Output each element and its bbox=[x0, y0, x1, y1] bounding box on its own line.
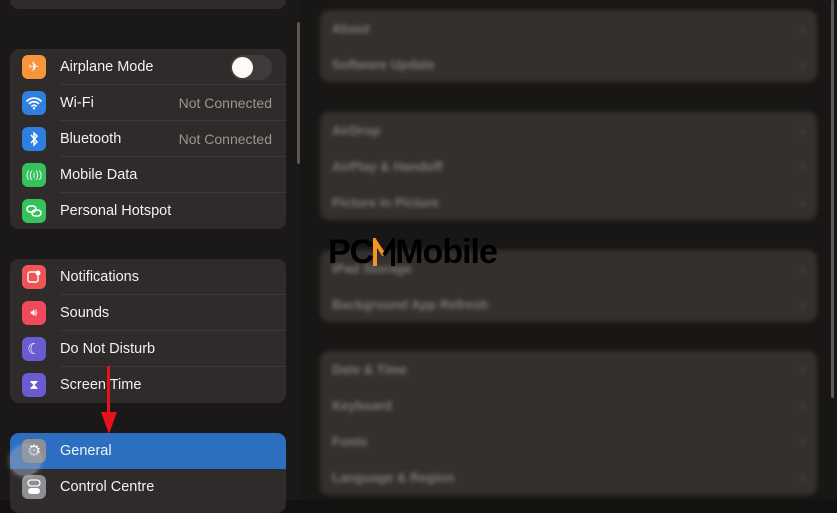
detail-row[interactable]: Keyboard › bbox=[320, 387, 817, 423]
detail-row-label: Language & Region bbox=[332, 469, 455, 485]
bluetooth-status: Not Connected bbox=[178, 131, 272, 147]
detail-row-label: Software Update bbox=[332, 56, 435, 72]
sidebar-item-label: Airplane Mode bbox=[60, 59, 154, 75]
detail-row[interactable]: About › bbox=[320, 10, 817, 46]
sidebar-item-do-not-disturb[interactable]: ☾ Do Not Disturb bbox=[10, 331, 286, 367]
detail-row-label: Date & Time bbox=[332, 361, 407, 377]
sidebar-item-label: General bbox=[60, 443, 112, 459]
airplane-icon: ✈ bbox=[22, 55, 46, 79]
annotation-arrowhead bbox=[101, 412, 117, 434]
chevron-right-icon: › bbox=[800, 122, 805, 138]
detail-row-label: Picture in Picture bbox=[332, 194, 439, 210]
sidebar-group-notifications: Notifications 🔊︎ Sounds ☾ Do Not Disturb… bbox=[10, 259, 286, 403]
chevron-right-icon: › bbox=[800, 397, 805, 413]
chevron-right-icon: › bbox=[800, 20, 805, 36]
detail-row[interactable]: Software Update › bbox=[320, 46, 817, 82]
chevron-right-icon: › bbox=[800, 194, 805, 210]
detail-scrollbar[interactable] bbox=[831, 0, 834, 398]
sidebar: ✈ Airplane Mode Wi-Fi Not Connected Blue… bbox=[0, 0, 300, 513]
sidebar-item-personal-hotspot[interactable]: Personal Hotspot bbox=[10, 193, 286, 229]
sidebar-item-label: Do Not Disturb bbox=[60, 341, 156, 357]
detail-group: Date & Time › Keyboard › Fonts › Language & Re… bbox=[320, 351, 817, 495]
detail-row-label: AirPlay & Handoff bbox=[332, 158, 443, 174]
chevron-right-icon: › bbox=[800, 296, 805, 312]
switches-icon bbox=[22, 475, 46, 499]
sidebar-item-label: Sounds bbox=[60, 305, 110, 321]
detail-row[interactable]: Date & Time › bbox=[320, 351, 817, 387]
notifications-icon bbox=[22, 265, 46, 289]
wifi-status: Not Connected bbox=[178, 95, 272, 111]
sidebar-item-label: Wi-Fi bbox=[60, 95, 94, 111]
detail-group: About › Software Update › bbox=[320, 10, 817, 82]
annotation-arrow bbox=[107, 366, 110, 418]
detail-row[interactable]: Fonts › bbox=[320, 423, 817, 459]
detail-row-label: Background App Refresh bbox=[332, 296, 489, 312]
sidebar-item-label: Control Centre bbox=[60, 479, 155, 495]
chevron-right-icon: › bbox=[800, 260, 805, 276]
sidebar-item-notifications[interactable]: Notifications bbox=[10, 259, 286, 295]
chevron-right-icon: › bbox=[800, 56, 805, 72]
watermark-logo: PC Mobile bbox=[328, 233, 498, 271]
antenna-icon: ((ı)) bbox=[22, 163, 46, 187]
detail-row[interactable]: Picture in Picture › bbox=[320, 184, 817, 220]
sidebar-group-connectivity: ✈ Airplane Mode Wi-Fi Not Connected Blue… bbox=[10, 49, 286, 229]
hourglass-icon: ⧗ bbox=[22, 373, 46, 397]
wifi-icon bbox=[22, 91, 46, 115]
sidebar-item-sounds[interactable]: 🔊︎ Sounds bbox=[10, 295, 286, 331]
speaker-icon: 🔊︎ bbox=[22, 301, 46, 325]
sidebar-item-label: Bluetooth bbox=[60, 131, 122, 147]
chevron-right-icon: › bbox=[800, 158, 805, 174]
sidebar-item-general[interactable]: ⚙ General bbox=[10, 433, 286, 469]
airplane-mode-toggle[interactable] bbox=[230, 54, 272, 80]
sidebar-item-label: Screen Time bbox=[60, 377, 142, 393]
sidebar-item-bluetooth[interactable]: Bluetooth Not Connected bbox=[10, 121, 286, 157]
detail-row[interactable]: Background App Refresh › bbox=[320, 286, 817, 322]
detail-row[interactable]: AirDrop › bbox=[320, 112, 817, 148]
chevron-right-icon: › bbox=[800, 469, 805, 485]
bluetooth-icon bbox=[22, 127, 46, 151]
sidebar-group-top bbox=[10, 0, 286, 9]
detail-row[interactable]: Language & Region › bbox=[320, 459, 817, 495]
sidebar-item-mobile-data[interactable]: ((ı)) Mobile Data bbox=[10, 157, 286, 193]
detail-group: AirDrop › AirPlay & Handoff › Picture in Pic… bbox=[320, 112, 817, 220]
sidebar-group-general: ⚙ General Control Centre bbox=[10, 433, 286, 513]
moon-icon: ☾ bbox=[22, 337, 46, 361]
detail-row-label: Keyboard bbox=[332, 397, 392, 413]
sidebar-item-airplane-mode[interactable]: ✈ Airplane Mode bbox=[10, 49, 286, 85]
sidebar-item-wifi[interactable]: Wi-Fi Not Connected bbox=[10, 85, 286, 121]
hotspot-icon bbox=[22, 199, 46, 223]
chevron-right-icon: › bbox=[800, 361, 805, 377]
detail-row[interactable]: AirPlay & Handoff › bbox=[320, 148, 817, 184]
chevron-right-icon: › bbox=[800, 433, 805, 449]
sidebar-item-screen-time[interactable]: ⧗ Screen Time bbox=[10, 367, 286, 403]
detail-row-label: Fonts bbox=[332, 433, 368, 449]
sidebar-item-label: Notifications bbox=[60, 269, 139, 285]
detail-row-label: About bbox=[332, 20, 370, 36]
detail-row-label: AirDrop bbox=[332, 122, 381, 138]
touch-indicator bbox=[10, 446, 40, 476]
sidebar-item-label: Mobile Data bbox=[60, 167, 138, 183]
sidebar-item-label: Personal Hotspot bbox=[60, 203, 172, 219]
